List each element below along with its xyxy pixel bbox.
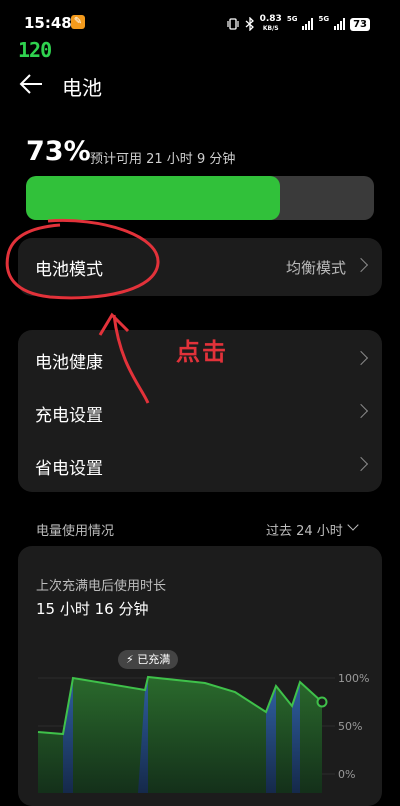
signal-icon-1 [302,18,314,30]
bluetooth-icon [245,17,254,31]
fully-charged-badge: ⚡ 已充满 [118,650,179,669]
y-tick-0: 0% [338,768,356,781]
y-tick-50: 50% [338,720,363,733]
annotation-arrow-shaft [112,314,150,404]
remaining-time: 预计可用 21 小时 9 分钟 [90,152,236,167]
net-speed-value: 0.83 [259,14,282,24]
page-title: 电池 [62,76,102,100]
status-icons: 0.83 KB/S 5G 5G 73 [226,15,370,33]
net-speed: 0.83 KB/S [260,15,282,33]
battery-mode-value: 均衡模式 [285,259,346,277]
power-saving-row[interactable]: 省电设置 [18,439,382,493]
usage-section-label: 电量使用情况 [36,524,115,539]
annotation-overlay [5,218,160,404]
status-time: 15:48 [24,14,72,32]
chevron-right-icon [353,257,369,273]
signal-icon-2 [334,18,346,30]
charging-segment-3 [266,686,276,793]
chevron-right-icon [353,456,369,472]
annotation-circle [5,218,160,300]
power-saving-label: 省电设置 [35,459,103,479]
battery-status-badge: 73 [350,17,370,31]
last-full-charge-duration: 15 小时 16 分钟 [36,600,149,618]
battery-level-fill [26,176,281,220]
back-arrow-icon[interactable] [18,70,46,98]
battery-level-bar [26,176,374,220]
current-level-dot [316,696,328,708]
battery-area-fill [38,677,322,793]
last-full-charge-label: 上次充满电后使用时长 [36,579,167,594]
y-tick-100: 100% [338,672,370,685]
net-speed-unit: KB/S [262,25,279,32]
time-range-selector[interactable]: 过去 24 小时 [266,520,343,539]
vibrate-icon [227,18,239,30]
app-notification-icon: ✎ [71,15,85,29]
charging-segment-1 [63,678,73,793]
battery-level-chart [37,675,335,793]
chevron-down-icon[interactable] [347,519,359,531]
status-bar: 15:48 ✎ 120 0.83 KB/S 5G 5G 73 [0,0,400,62]
annotation-tap-text: 点击 [176,338,228,366]
charging-segment-4 [292,682,300,793]
chevron-right-icon [353,350,369,366]
refresh-rate-indicator: 120 [18,38,52,62]
battery-percent: 73% [26,136,91,167]
chevron-right-icon [353,403,369,419]
sig2-label: 5G [318,15,330,23]
sig1-label: 5G [286,15,298,23]
